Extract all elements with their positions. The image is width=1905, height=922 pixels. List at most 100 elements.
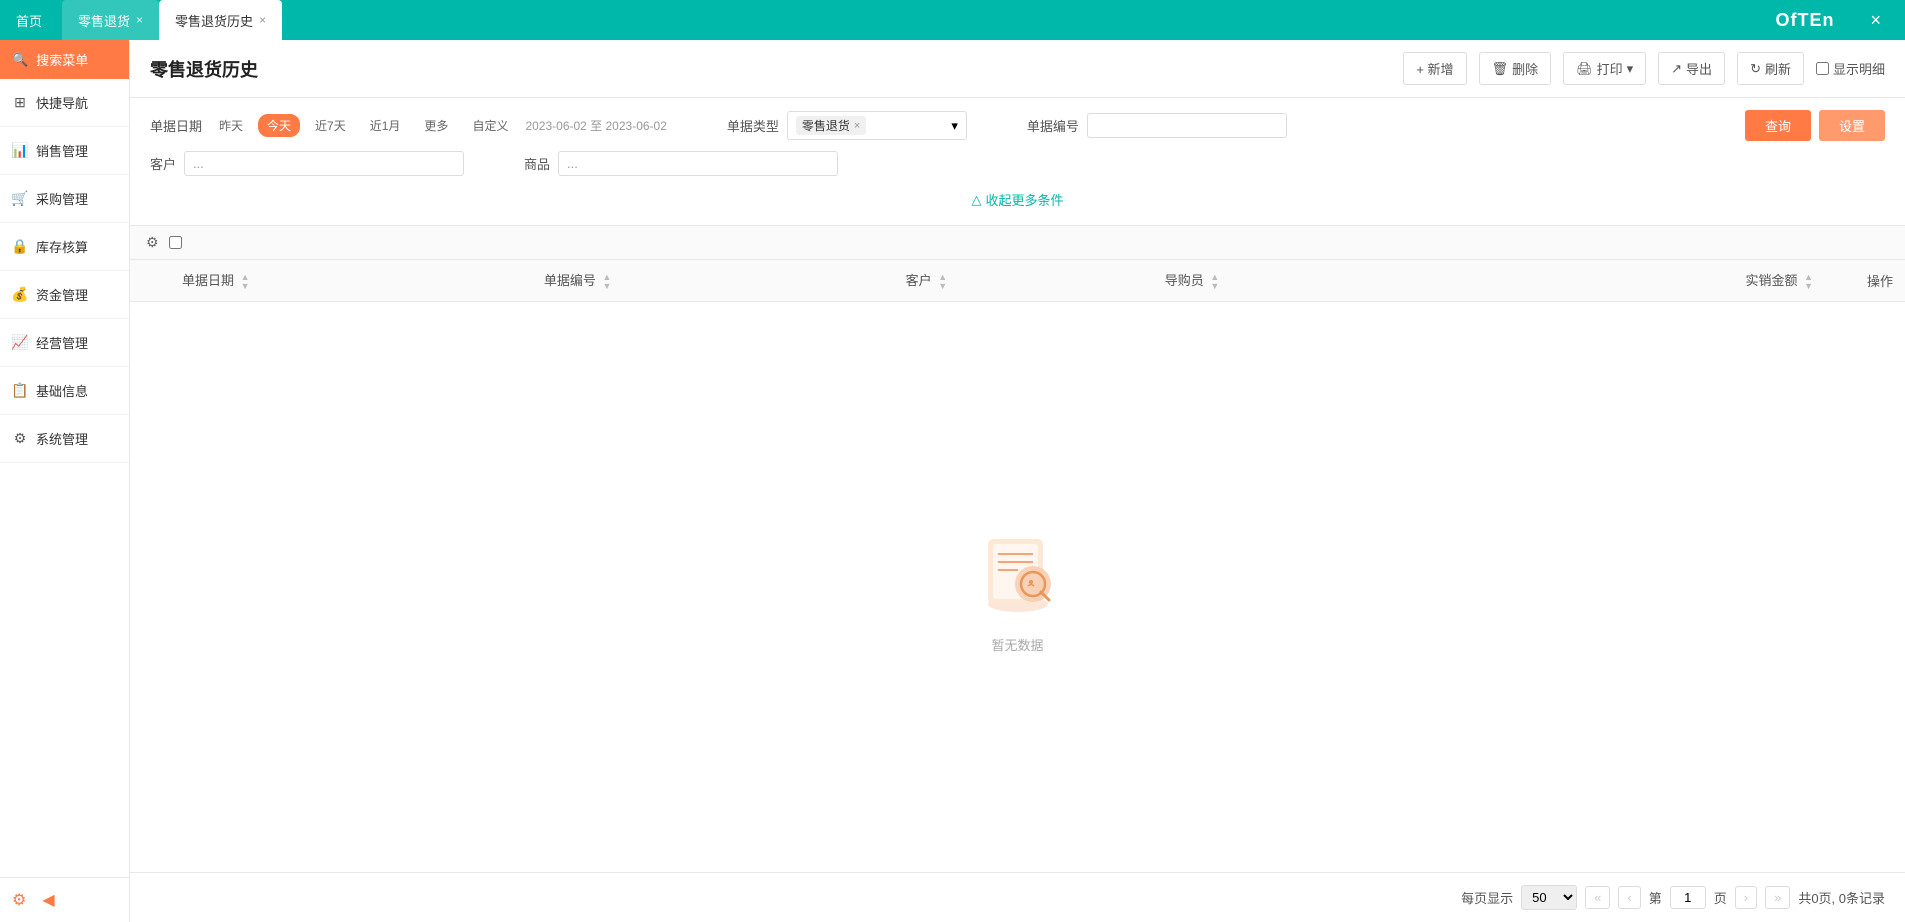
type-filter: 单据类型 零售退货 × ▾ bbox=[727, 111, 967, 140]
print-icon: 🖨 bbox=[1576, 61, 1593, 77]
page-size-select[interactable]: 20 50 100 bbox=[1521, 885, 1577, 910]
th-date[interactable]: 单据日期 ▲▼ bbox=[170, 260, 532, 301]
sidebar-item-sales-mgmt[interactable]: 📊 销售管理 bbox=[0, 127, 129, 175]
query-button[interactable]: 查询 bbox=[1745, 110, 1811, 141]
prev-page-button[interactable]: ‹ bbox=[1618, 886, 1640, 909]
last-page-button[interactable]: » bbox=[1765, 886, 1790, 909]
type-filter-select[interactable]: 零售退货 × ▾ bbox=[787, 111, 967, 140]
date-btn-1month[interactable]: 近1月 bbox=[361, 114, 410, 137]
sidebar-item-basic-info[interactable]: 📋 基础信息 bbox=[0, 367, 129, 415]
refresh-icon: ↻ bbox=[1750, 61, 1761, 77]
delete-icon: 🗑 bbox=[1492, 61, 1509, 77]
content-area: 零售退货历史 + 新增 🗑 删除 🖨 打印 ▾ ↗ 导出 ↻ bbox=[130, 40, 1905, 922]
show-detail-checkbox-label[interactable]: 显示明细 bbox=[1816, 59, 1885, 78]
tab-bar: 首页 零售退货 × 零售退货历史 × bbox=[0, 0, 1759, 40]
filter-action-buttons: 查询 设置 bbox=[1745, 110, 1885, 141]
customer-filter-label: 客户 bbox=[150, 154, 176, 173]
date-range-display: 2023-06-02 至 2023-06-02 bbox=[525, 117, 666, 134]
type-filter-value: 零售退货 bbox=[802, 117, 850, 134]
sidebar-item-label: 快捷导航 bbox=[36, 93, 88, 112]
table-toolbar: ⚙ bbox=[130, 226, 1905, 260]
date-btn-7days[interactable]: 近7天 bbox=[306, 114, 355, 137]
tab-retail-return-history[interactable]: 零售退货历史 × bbox=[159, 0, 282, 40]
type-filter-dropdown-icon: ▾ bbox=[951, 118, 958, 134]
sidebar: 🔍 搜索菜单 ⊞ 快捷导航 📊 销售管理 🛒 采购管理 🔒 库存核算 💰 资金管… bbox=[0, 40, 130, 922]
sidebar-item-label: 基础信息 bbox=[36, 381, 88, 400]
sidebar-item-system-mgmt[interactable]: ⚙ 系统管理 bbox=[0, 415, 129, 463]
sidebar-item-purchase-mgmt[interactable]: 🛒 采购管理 bbox=[0, 175, 129, 223]
filter-row-1: 单据日期 昨天 今天 近7天 近1月 更多 自定义 2023-06-02 至 2… bbox=[150, 110, 1885, 141]
show-detail-checkbox[interactable] bbox=[1816, 62, 1829, 75]
date-btn-custom[interactable]: 自定义 bbox=[463, 114, 517, 137]
first-page-button[interactable]: « bbox=[1585, 886, 1610, 909]
topbar: 首页 零售退货 × 零售退货历史 × OfTEn × bbox=[0, 0, 1905, 40]
export-icon: ↗ bbox=[1671, 61, 1682, 77]
sidebar-item-label: 销售管理 bbox=[36, 141, 88, 160]
export-button[interactable]: ↗ 导出 bbox=[1658, 52, 1725, 85]
sidebar-search[interactable]: 🔍 搜索菜单 bbox=[0, 40, 129, 79]
date-btn-today[interactable]: 今天 bbox=[258, 114, 300, 137]
sidebar-bottom: ⚙ ◀ bbox=[0, 877, 129, 922]
main-layout: 🔍 搜索菜单 ⊞ 快捷导航 📊 销售管理 🛒 采购管理 🔒 库存核算 💰 资金管… bbox=[0, 40, 1905, 922]
new-button[interactable]: + 新增 bbox=[1403, 52, 1466, 85]
date-filter-label: 单据日期 bbox=[150, 116, 202, 135]
page-number-input[interactable] bbox=[1670, 886, 1706, 909]
sidebar-item-inventory[interactable]: 🔒 库存核算 bbox=[0, 223, 129, 271]
tab-retail-return-history-close[interactable]: × bbox=[259, 13, 266, 27]
print-button[interactable]: 🖨 打印 ▾ bbox=[1563, 52, 1646, 85]
sidebar-item-finance[interactable]: 💰 资金管理 bbox=[0, 271, 129, 319]
sort-arrows-customer: ▲▼ bbox=[938, 273, 947, 291]
date-btn-more[interactable]: 更多 bbox=[415, 114, 457, 137]
page-title: 零售退货历史 bbox=[150, 56, 258, 82]
th-guide[interactable]: 导购员 ▲▼ bbox=[1153, 260, 1463, 301]
refresh-button[interactable]: ↻ 刷新 bbox=[1737, 52, 1804, 85]
th-checkbox bbox=[130, 260, 170, 301]
collapse-sidebar-icon[interactable]: ◀ bbox=[42, 890, 54, 910]
sidebar-item-label: 资金管理 bbox=[36, 285, 88, 304]
table-header: 单据日期 ▲▼ 单据编号 ▲▼ 客户 ▲▼ 导购员 bbox=[130, 260, 1905, 301]
type-filter-remove[interactable]: × bbox=[854, 120, 860, 132]
sidebar-item-label: 经营管理 bbox=[36, 333, 88, 352]
collapse-arrow-icon: △ bbox=[971, 192, 981, 208]
th-amount[interactable]: 实销金额 ▲▼ bbox=[1463, 260, 1825, 301]
sales-icon: 📊 bbox=[12, 143, 28, 159]
settings-bottom-icon[interactable]: ⚙ bbox=[12, 890, 26, 910]
goods-filter-select[interactable]: ... bbox=[558, 151, 838, 176]
customer-filter-select[interactable]: ... bbox=[184, 151, 464, 176]
th-number[interactable]: 单据编号 ▲▼ bbox=[532, 260, 894, 301]
goods-filter: 商品 ... bbox=[524, 151, 838, 176]
sidebar-item-operations[interactable]: 📈 经营管理 bbox=[0, 319, 129, 367]
delete-button[interactable]: 🗑 删除 bbox=[1479, 52, 1552, 85]
page-label-pre: 第 bbox=[1649, 888, 1662, 907]
tab-retail-return[interactable]: 零售退货 × bbox=[62, 0, 159, 40]
sidebar-item-label: 采购管理 bbox=[36, 189, 88, 208]
goods-filter-label: 商品 bbox=[524, 154, 550, 173]
next-page-button[interactable]: › bbox=[1735, 886, 1757, 909]
sidebar-item-quick-nav[interactable]: ⊞ 快捷导航 bbox=[0, 79, 129, 127]
setting-button[interactable]: 设置 bbox=[1819, 110, 1885, 141]
purchase-icon: 🛒 bbox=[12, 191, 28, 207]
date-btn-yesterday[interactable]: 昨天 bbox=[210, 114, 252, 137]
number-filter-input[interactable] bbox=[1087, 113, 1287, 138]
page-header: 零售退货历史 + 新增 🗑 删除 🖨 打印 ▾ ↗ 导出 ↻ bbox=[130, 40, 1905, 98]
sidebar-search-label: 搜索菜单 bbox=[36, 50, 88, 69]
sidebar-item-label: 系统管理 bbox=[36, 429, 88, 448]
table-settings-icon[interactable]: ⚙ bbox=[146, 234, 159, 251]
type-filter-tag: 零售退货 × bbox=[796, 116, 866, 135]
filter-row-2: 客户 ... 商品 ... bbox=[150, 151, 1885, 176]
th-ops: 操作 bbox=[1825, 260, 1905, 301]
customer-filter: 客户 ... bbox=[150, 151, 464, 176]
topbar-right: OfTEn × bbox=[1759, 10, 1905, 31]
tab-retail-return-close[interactable]: × bbox=[136, 13, 143, 27]
basic-info-icon: 📋 bbox=[12, 383, 28, 399]
window-close-button[interactable]: × bbox=[1862, 10, 1889, 31]
brand-logo: OfTEn bbox=[1759, 10, 1850, 31]
tab-home[interactable]: 首页 bbox=[0, 0, 58, 40]
th-customer[interactable]: 客户 ▲▼ bbox=[894, 260, 1153, 301]
page-label-post: 页 bbox=[1714, 888, 1727, 907]
number-filter: 单据编号 bbox=[1027, 113, 1287, 138]
collapse-filter-button[interactable]: △ 收起更多条件 bbox=[150, 186, 1885, 213]
sort-arrows-date: ▲▼ bbox=[241, 273, 250, 291]
select-all-checkbox[interactable] bbox=[169, 236, 182, 249]
pagination: 每页显示 20 50 100 « ‹ 第 页 › » 共0页, 0条记录 bbox=[130, 872, 1905, 922]
